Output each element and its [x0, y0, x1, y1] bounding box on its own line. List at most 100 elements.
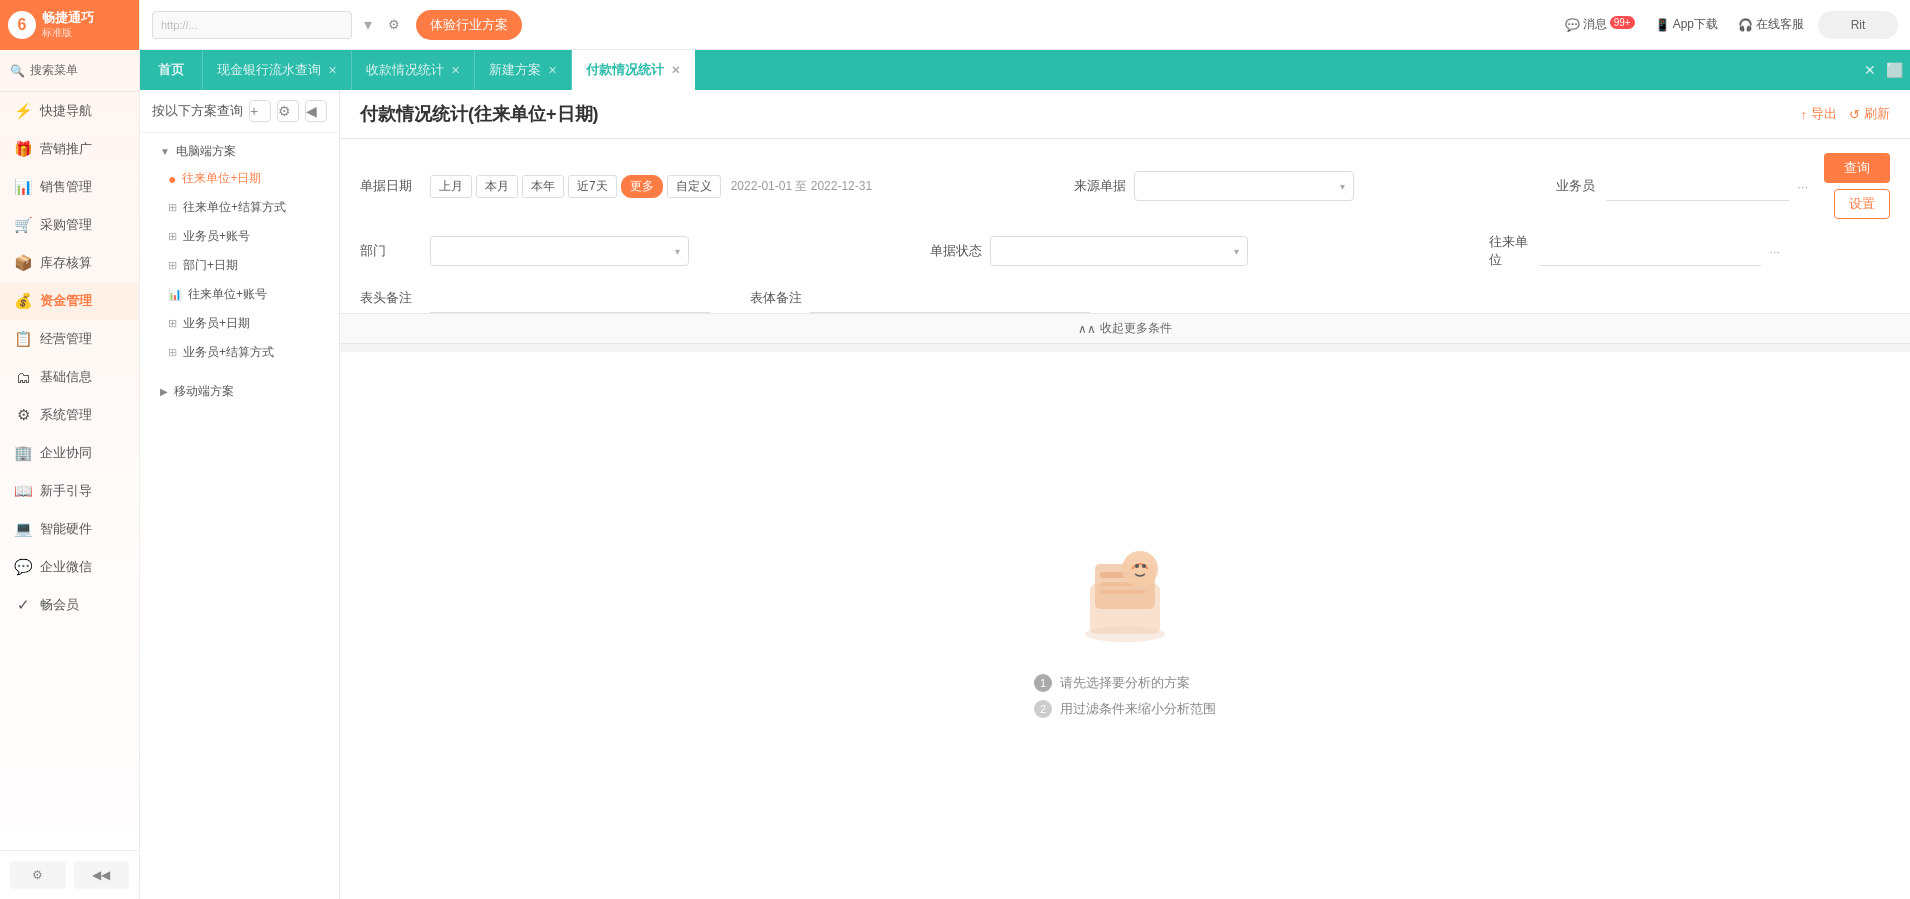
- topbar-gear-button[interactable]: ⚙: [380, 11, 408, 39]
- scheme-item-dept-date[interactable]: ⊞ 部门+日期: [140, 251, 339, 280]
- date-btn-more[interactable]: 更多: [621, 175, 663, 198]
- scheme-item-staff-settle[interactable]: ⊞ 业务员+结算方式: [140, 338, 339, 367]
- scheme-group-mobile-title[interactable]: ▶ 移动端方案: [140, 379, 339, 404]
- scheme-item-partner-settle[interactable]: ⊞ 往来单位+结算方式: [140, 193, 339, 222]
- body-note-label: 表体备注: [750, 289, 810, 307]
- date-btn-7days[interactable]: 近7天: [568, 175, 617, 198]
- sidebar-item-marketing[interactable]: 🎁 营销推广: [0, 130, 139, 168]
- query-button[interactable]: 查询: [1824, 153, 1890, 183]
- tab-bank[interactable]: 现金银行流水查询 ✕: [203, 50, 352, 90]
- search-menu-button[interactable]: 🔍 搜索菜单: [10, 58, 129, 83]
- window-maximize-button[interactable]: ⬜: [1886, 62, 1902, 78]
- refresh-icon: ↺: [1849, 107, 1860, 122]
- sidebar-search-area: 🔍 搜索菜单: [0, 50, 139, 92]
- partner-input[interactable]: [1539, 236, 1761, 266]
- scheme-group-desktop-title[interactable]: ▼ 电脑端方案: [140, 139, 339, 164]
- page-header: 付款情况统计(往来单位+日期) ↑ 导出 ↺ 刷新: [340, 90, 1910, 139]
- source-label: 来源单据: [1074, 177, 1134, 195]
- window-buttons: ✕ ⬜: [1854, 50, 1910, 90]
- collapse-conditions-button[interactable]: ∧∧ 收起更多条件: [340, 313, 1910, 343]
- filter-body: 单据日期 上月 本月 本年 近7天 更多 自定义 2022-01-01 至 20…: [340, 139, 1910, 344]
- date-btn-last-month[interactable]: 上月: [430, 175, 472, 198]
- scheme-group-mobile: ▶ 移动端方案: [140, 373, 339, 410]
- partner-more-icon[interactable]: ···: [1769, 244, 1780, 259]
- scheme-item-staff-date[interactable]: ⊞ 业务员+日期: [140, 309, 339, 338]
- online-service-button[interactable]: 🎧 在线客服: [1732, 12, 1810, 37]
- doc-status-select[interactable]: ▾: [990, 236, 1249, 266]
- settings-button[interactable]: 设置: [1834, 189, 1890, 219]
- scheme-item-partner-date[interactable]: ● 往来单位+日期: [140, 164, 339, 193]
- sidebar-settings-button[interactable]: ⚙: [10, 861, 66, 889]
- sidebar-item-wechat[interactable]: 💬 企业微信: [0, 548, 139, 586]
- scheme-group-desktop-chevron: ▼: [160, 146, 170, 157]
- tab-new-plan[interactable]: 新建方案 ✕: [475, 50, 572, 90]
- sidebar-collapse-button[interactable]: ◀◀: [74, 861, 130, 889]
- sidebar-item-system[interactable]: ⚙ 系统管理: [0, 396, 139, 434]
- scheme-add-button[interactable]: +: [249, 100, 271, 122]
- scheme-item-staff-date-icon: ⊞: [168, 317, 177, 330]
- tab-payment[interactable]: 付款情况统计 ✕: [572, 50, 695, 90]
- sidebar-item-enterprise[interactable]: 🏢 企业协同: [0, 434, 139, 472]
- svg-point-8: [1142, 564, 1146, 568]
- sidebar-nav: ⚡ 快捷导航 🎁 营销推广 📊 销售管理 🛒 采购管理 📦 库存核算 💰 资金管…: [0, 92, 139, 850]
- date-btn-this-month[interactable]: 本月: [476, 175, 518, 198]
- tab-payment-close-icon[interactable]: ✕: [671, 64, 680, 77]
- tab-receipt-close-icon[interactable]: ✕: [451, 64, 460, 77]
- export-button[interactable]: ↑ 导出: [1801, 105, 1838, 123]
- scheme-item-partner-account-icon: 📊: [168, 288, 182, 301]
- basic-icon: 🗂: [14, 369, 32, 386]
- date-label: 单据日期: [360, 177, 430, 195]
- app-download-button[interactable]: 📱 App下载: [1649, 12, 1724, 37]
- window-close-button[interactable]: ✕: [1862, 62, 1878, 78]
- tabbar: 首页 现金银行流水查询 ✕ 收款情况统计 ✕ 新建方案 ✕ 付款情况统计 ✕ ✕…: [140, 50, 1910, 90]
- marketing-icon: 🎁: [14, 140, 32, 158]
- staff-input[interactable]: [1606, 171, 1789, 201]
- tab-home[interactable]: 首页: [140, 50, 203, 90]
- scheme-item-staff-account[interactable]: ⊞ 业务员+账号: [140, 222, 339, 251]
- empty-illustration: [1065, 534, 1185, 654]
- sidebar-item-basic[interactable]: 🗂 基础信息: [0, 358, 139, 396]
- scheme-panel-header: 按以下方案查询 + ⚙ ◀: [140, 90, 339, 133]
- date-btn-this-year[interactable]: 本年: [522, 175, 564, 198]
- sidebar-item-finance[interactable]: 💰 资金管理: [0, 282, 139, 320]
- dept-label: 部门: [360, 242, 430, 260]
- sidebar-item-operation[interactable]: 📋 经营管理: [0, 320, 139, 358]
- scheme-collapse-button[interactable]: ◀: [305, 100, 327, 122]
- scheme-settings-button[interactable]: ⚙: [277, 100, 299, 122]
- date-btn-custom[interactable]: 自定义: [667, 175, 721, 198]
- user-avatar[interactable]: Rit: [1818, 11, 1898, 39]
- scheme-item-staff-account-icon: ⊞: [168, 230, 177, 243]
- staff-label: 业务员: [1556, 177, 1606, 195]
- filter-row-3: 表头备注 表体备注: [360, 283, 1890, 313]
- address-bar[interactable]: http://...: [152, 11, 352, 39]
- tab-new-plan-close-icon[interactable]: ✕: [548, 64, 557, 77]
- header-note-input[interactable]: [430, 283, 710, 313]
- page-content: 按以下方案查询 + ⚙ ◀ ▼ 电脑端方案 ● 往来单位+日期: [140, 90, 1910, 899]
- scheme-item-partner-account[interactable]: 📊 往来单位+账号: [140, 280, 339, 309]
- sidebar-item-member[interactable]: ✓ 畅会员: [0, 586, 139, 624]
- dept-select-arrow: ▾: [675, 246, 680, 257]
- sidebar-item-sales[interactable]: 📊 销售管理: [0, 168, 139, 206]
- scheme-item-partner-date-icon: ●: [168, 171, 176, 187]
- messages-button[interactable]: 💬 消息 99+: [1559, 12, 1641, 37]
- sidebar-item-quick-nav[interactable]: ⚡ 快捷导航: [0, 92, 139, 130]
- url-dropdown-icon[interactable]: ▾: [364, 15, 372, 34]
- refresh-button[interactable]: ↺ 刷新: [1849, 105, 1890, 123]
- sidebar-item-inventory[interactable]: 📦 库存核算: [0, 244, 139, 282]
- logo-name: 畅捷通巧: [42, 10, 94, 26]
- filter-area: 付款情况统计(往来单位+日期) ↑ 导出 ↺ 刷新 单据日期: [340, 90, 1910, 899]
- system-icon: ⚙: [14, 406, 32, 424]
- staff-more-icon[interactable]: ···: [1797, 179, 1808, 194]
- tab-receipt[interactable]: 收款情况统计 ✕: [352, 50, 475, 90]
- service-icon: 🎧: [1738, 18, 1753, 32]
- sidebar-item-hardware[interactable]: 💻 智能硬件: [0, 510, 139, 548]
- sidebar-item-purchase[interactable]: 🛒 采购管理: [0, 206, 139, 244]
- doc-status-label: 单据状态: [930, 242, 990, 260]
- body-note-input[interactable]: [810, 283, 1090, 313]
- trial-button[interactable]: 体验行业方案: [416, 10, 522, 40]
- sidebar-item-guide[interactable]: 📖 新手引导: [0, 472, 139, 510]
- dept-select[interactable]: ▾: [430, 236, 689, 266]
- tab-bank-close-icon[interactable]: ✕: [328, 64, 337, 77]
- source-select[interactable]: ▾: [1134, 171, 1354, 201]
- scheme-item-dept-date-icon: ⊞: [168, 259, 177, 272]
